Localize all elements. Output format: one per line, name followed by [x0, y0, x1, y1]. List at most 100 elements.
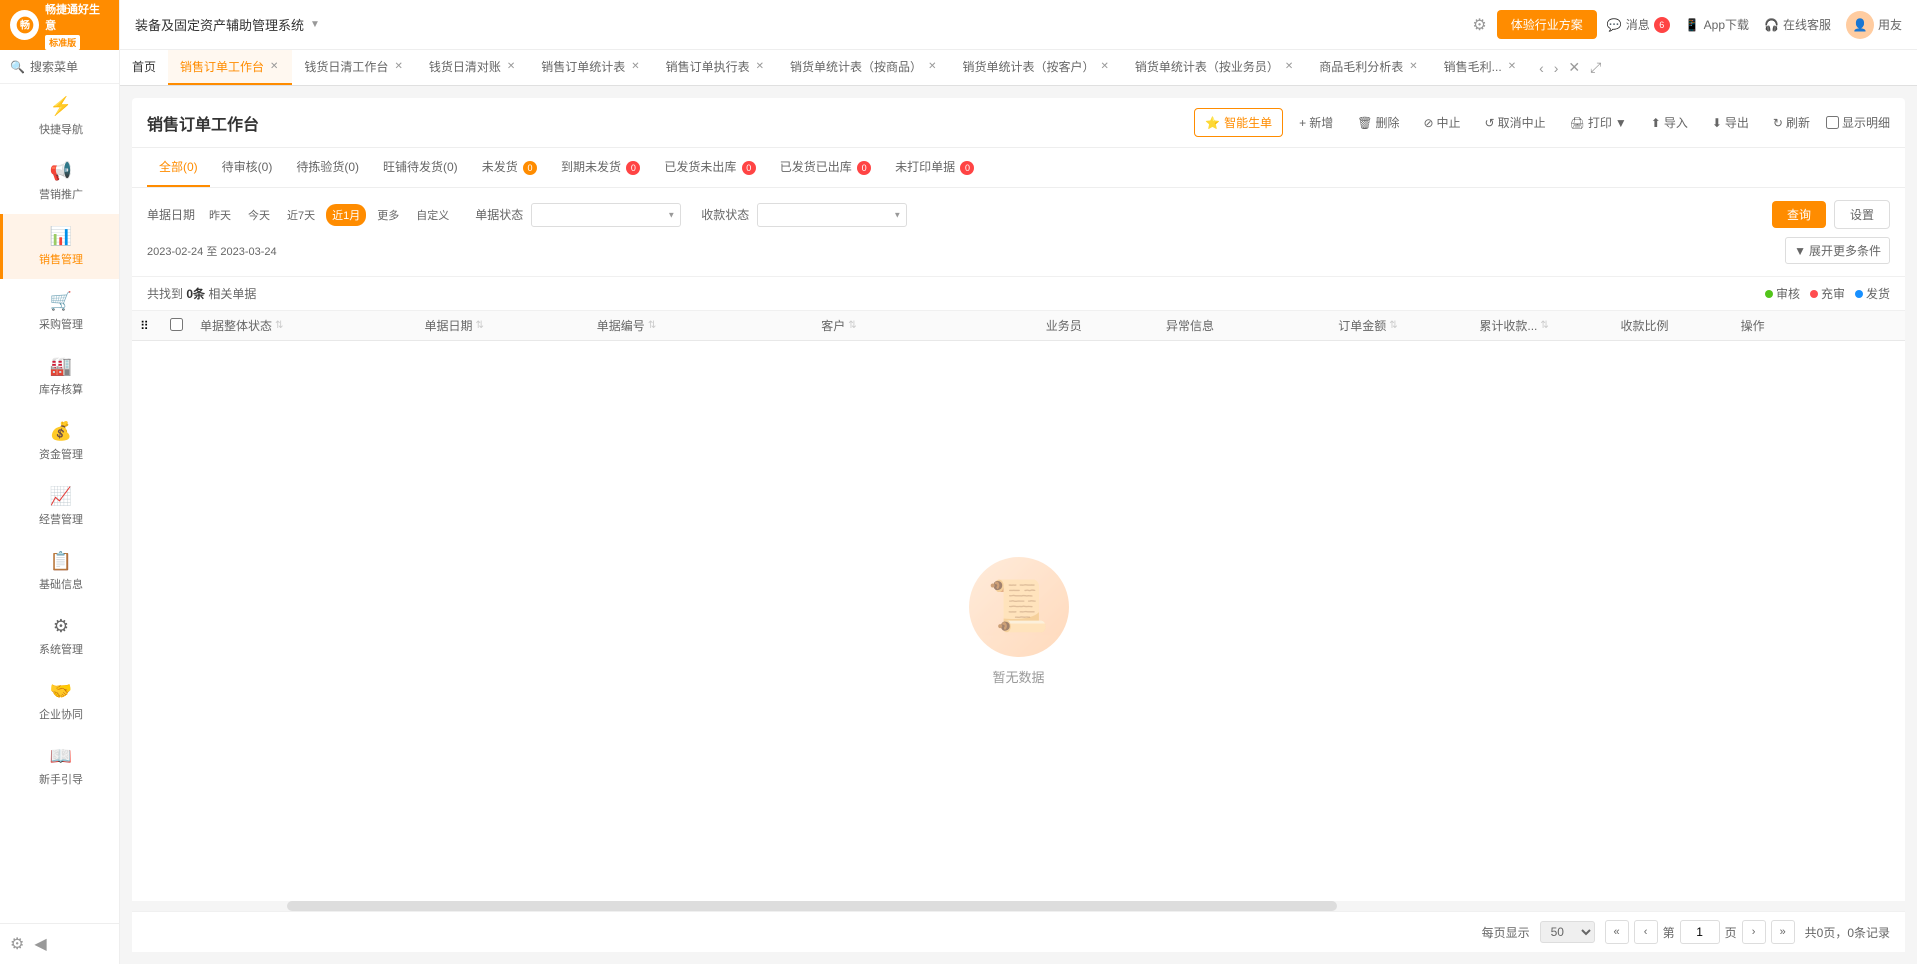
- cancel-pause-btn[interactable]: ↺ 取消中止: [1477, 109, 1554, 136]
- sidebar-item-sales[interactable]: 📊 销售管理: [0, 214, 119, 279]
- sidebar-item-enterprise[interactable]: 🤝 企业协同: [0, 669, 119, 734]
- tab-home[interactable]: 首页: [120, 50, 168, 85]
- user-profile[interactable]: 👤 用友: [1846, 11, 1902, 39]
- col-status-sort-icon[interactable]: ⇅: [275, 320, 283, 331]
- audit-action-btn[interactable]: 审核: [1765, 285, 1800, 302]
- tab-gross-profit-close[interactable]: ✕: [1407, 60, 1419, 73]
- tab-sales-summary-customer[interactable]: 销货单统计表（按客户） ✕: [950, 50, 1122, 85]
- filter-tab-not-shipped[interactable]: 未发货 0: [470, 148, 549, 187]
- filter-tab-pending-audit[interactable]: 待审核(0): [210, 148, 285, 187]
- date-7days-btn[interactable]: 近7天: [281, 204, 321, 226]
- tab-sales-exec[interactable]: 销售订单执行表 ✕: [654, 50, 778, 85]
- settings-icon[interactable]: ⚙: [10, 934, 24, 954]
- table-summary-left: 共找到 0条 相关单据: [147, 285, 256, 302]
- trial-btn[interactable]: 体验行业方案: [1497, 10, 1597, 39]
- search-menu[interactable]: 🔍 搜索菜单: [0, 50, 119, 84]
- filter-tab-shipped-wh[interactable]: 已发货已出库 0: [768, 148, 883, 187]
- date-custom-btn[interactable]: 自定义: [410, 204, 455, 226]
- prev-page-btn[interactable]: ‹: [1634, 920, 1658, 944]
- ship-action-btn[interactable]: 发货: [1855, 285, 1890, 302]
- tab-sales-summary-product[interactable]: 销货单统计表（按商品） ✕: [778, 50, 950, 85]
- select-all-checkbox[interactable]: [170, 318, 183, 331]
- sidebar-item-quick-nav[interactable]: ⚡ 快捷导航: [0, 84, 119, 149]
- add-btn[interactable]: + 新增: [1291, 109, 1341, 136]
- topbar-gear-icon[interactable]: ⚙: [1472, 15, 1486, 35]
- date-today-btn[interactable]: 今天: [242, 204, 276, 226]
- tab-gross-profit[interactable]: 商品毛利分析表 ✕: [1307, 50, 1431, 85]
- tab-close-all-btn[interactable]: ✕: [1564, 57, 1584, 78]
- pause-btn[interactable]: ⊘ 中止: [1415, 109, 1468, 136]
- tab-sales-more[interactable]: 销售毛利... ✕: [1432, 50, 1530, 85]
- online-service-btn[interactable]: 🎧 在线客服: [1764, 16, 1831, 33]
- last-page-btn[interactable]: »: [1771, 920, 1795, 944]
- sidebar-item-finance[interactable]: 💰 资金管理: [0, 409, 119, 474]
- col-collected-sort-icon[interactable]: ⇅: [1540, 320, 1548, 331]
- sidebar-item-marketing[interactable]: 📢 营销推广: [0, 149, 119, 214]
- tab-sales-order[interactable]: 销售订单工作台 ✕: [168, 50, 292, 85]
- export-btn[interactable]: ⬇ 导出: [1704, 109, 1757, 136]
- app-download-btn[interactable]: 📱 App下载: [1685, 16, 1749, 33]
- filter-tab-all[interactable]: 全部(0): [147, 148, 210, 187]
- tab-cash-daily[interactable]: 钱货日清工作台 ✕: [292, 50, 416, 85]
- sidebar-item-purchase[interactable]: 🛒 采购管理: [0, 279, 119, 344]
- status-select[interactable]: [531, 203, 681, 227]
- messages-btn[interactable]: 💬 消息 6: [1607, 16, 1670, 33]
- sidebar-item-guide[interactable]: 📖 新手引导: [0, 734, 119, 799]
- tab-sales-exec-close[interactable]: ✕: [754, 60, 766, 73]
- next-page-btn[interactable]: ›: [1742, 920, 1766, 944]
- refresh-btn[interactable]: ↻ 刷新: [1765, 109, 1818, 136]
- print-btn[interactable]: 🖨 打印 ▼: [1562, 109, 1635, 136]
- first-page-btn[interactable]: «: [1605, 920, 1629, 944]
- show-detail-input[interactable]: [1826, 116, 1839, 129]
- tab-sales-summary-customer-close[interactable]: ✕: [1098, 60, 1110, 73]
- tab-cash-daily-close[interactable]: ✕: [392, 60, 404, 73]
- col-amount-sort-icon[interactable]: ⇅: [1389, 320, 1397, 331]
- date-yesterday-btn[interactable]: 昨天: [203, 204, 237, 226]
- page-size-select[interactable]: 50 10 20 100: [1540, 921, 1595, 943]
- sidebar-item-system[interactable]: ⚙ 系统管理: [0, 604, 119, 669]
- filter-tab-wangpu[interactable]: 旺铺待发货(0): [371, 148, 470, 187]
- col-date-sort-icon[interactable]: ⇅: [475, 320, 483, 331]
- filter-tab-overdue[interactable]: 到期未发货 0: [549, 148, 652, 187]
- status-label: 单据状态: [475, 206, 523, 223]
- delete-btn[interactable]: 🗑 删除: [1349, 109, 1407, 136]
- col-customer-sort-icon[interactable]: ⇅: [848, 320, 856, 331]
- filter-tab-pending-check[interactable]: 待拣验货(0): [284, 148, 371, 187]
- revoke-action-btn[interactable]: 充审: [1810, 285, 1845, 302]
- payment-select[interactable]: [757, 203, 907, 227]
- scrollbar-thumb[interactable]: [287, 901, 1337, 911]
- tab-cash-reconcile-close[interactable]: ✕: [505, 60, 517, 73]
- filter-tab-not-printed[interactable]: 未打印单据 0: [883, 148, 986, 187]
- marketing-icon: 📢: [50, 161, 72, 182]
- page-input[interactable]: [1680, 920, 1720, 944]
- expand-conditions-btn[interactable]: ▼ 展开更多条件: [1785, 237, 1890, 264]
- col-number-sort-icon[interactable]: ⇅: [648, 320, 656, 331]
- tab-sales-order-close[interactable]: ✕: [268, 60, 280, 73]
- filter-tab-shipped-not-wh[interactable]: 已发货未出库 0: [652, 148, 767, 187]
- collapse-icon[interactable]: ◀: [34, 934, 46, 954]
- tab-sales-stats-close[interactable]: ✕: [629, 60, 641, 73]
- tab-sales-more-close[interactable]: ✕: [1506, 60, 1518, 73]
- sidebar-item-inventory[interactable]: 🏭 库存核算: [0, 344, 119, 409]
- import-btn[interactable]: ⬆ 导入: [1643, 109, 1696, 136]
- sidebar-item-operations[interactable]: 📈 经营管理: [0, 474, 119, 539]
- tab-sales-summary-product-close[interactable]: ✕: [926, 60, 938, 73]
- logo-tag: 标准版: [45, 35, 80, 50]
- sidebar-item-basic[interactable]: 📋 基础信息: [0, 539, 119, 604]
- setting-btn[interactable]: 设置: [1834, 200, 1890, 229]
- smart-order-btn[interactable]: ⭐ 智能生单: [1194, 108, 1283, 137]
- col-amount-label: 订单金额: [1338, 317, 1386, 334]
- tab-cash-reconcile[interactable]: 钱货日清对账 ✕: [417, 50, 529, 85]
- tab-sales-stats[interactable]: 销售订单统计表 ✕: [529, 50, 653, 85]
- date-1month-btn[interactable]: 近1月: [326, 204, 366, 226]
- query-btn[interactable]: 查询: [1772, 201, 1826, 228]
- tab-sales-summary-staff[interactable]: 销货单统计表（按业务员） ✕: [1123, 50, 1307, 85]
- tab-restore-btn[interactable]: ⤢: [1586, 57, 1605, 78]
- tab-sales-summary-staff-close[interactable]: ✕: [1283, 60, 1295, 73]
- show-detail-checkbox[interactable]: 显示明细: [1826, 114, 1890, 131]
- tab-sales-summary-customer-label: 销货单统计表（按客户）: [962, 58, 1094, 75]
- tab-prev-btn[interactable]: ‹: [1535, 58, 1548, 78]
- date-more-btn[interactable]: 更多: [371, 204, 405, 226]
- tab-next-btn[interactable]: ›: [1550, 58, 1563, 78]
- col-collected: 累计收款... ⇅: [1471, 317, 1612, 334]
